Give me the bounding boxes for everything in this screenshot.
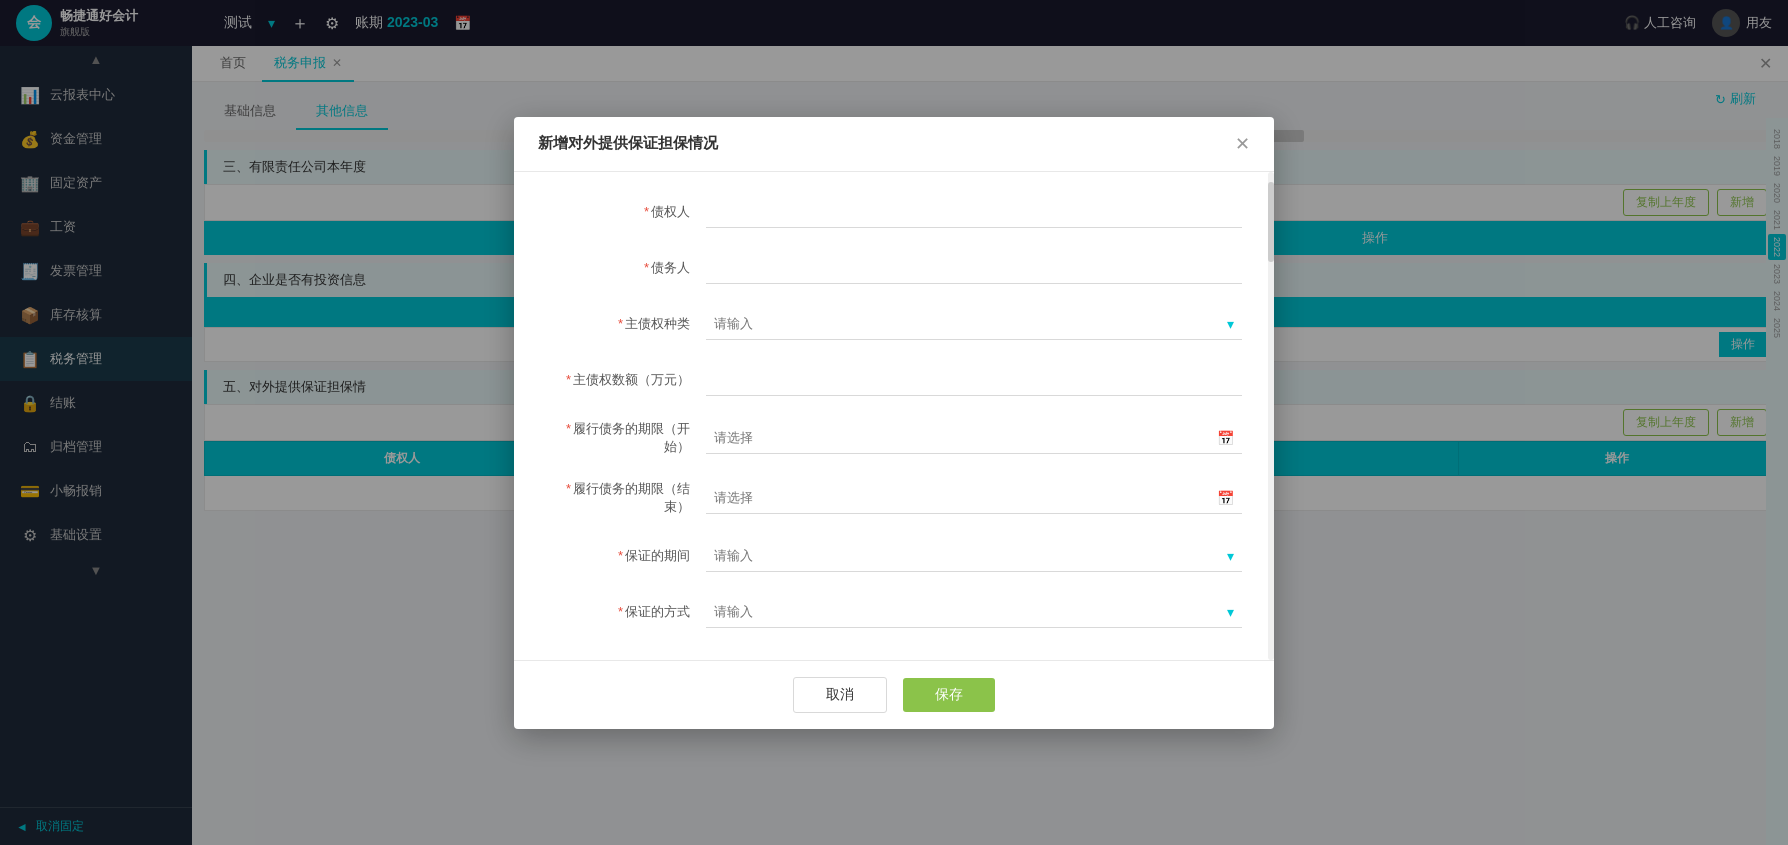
form-row-guarantee-period: *保证的期间 ▾ bbox=[546, 540, 1242, 572]
guarantee-period-input[interactable] bbox=[706, 540, 1242, 572]
period-end-input[interactable] bbox=[706, 482, 1242, 514]
creditor-label: *债权人 bbox=[546, 203, 706, 221]
modal-scrollbar-thumb bbox=[1268, 182, 1274, 262]
guarantee-method-input[interactable] bbox=[706, 596, 1242, 628]
claim-amount-input[interactable] bbox=[706, 364, 1242, 396]
claim-type-input[interactable] bbox=[706, 308, 1242, 340]
modal-overlay: 新增对外提供保证担保情况 ✕ *债权人 *债务人 bbox=[0, 0, 1788, 845]
claim-type-label: *主债权种类 bbox=[546, 315, 706, 333]
modal-dialog: 新增对外提供保证担保情况 ✕ *债权人 *债务人 bbox=[514, 117, 1274, 729]
period-end-label: *履行债务的期限（结束） bbox=[546, 480, 706, 516]
required-star: * bbox=[644, 204, 649, 219]
creditor-input[interactable] bbox=[706, 196, 1242, 228]
debtor-input[interactable] bbox=[706, 252, 1242, 284]
form-row-claim-amount: *主债权数额（万元） bbox=[546, 364, 1242, 396]
required-star: * bbox=[566, 481, 571, 496]
claim-amount-label: *主债权数额（万元） bbox=[546, 371, 706, 389]
required-star: * bbox=[644, 260, 649, 275]
form-row-debtor: *债务人 bbox=[546, 252, 1242, 284]
modal-header: 新增对外提供保证担保情况 ✕ bbox=[514, 117, 1274, 172]
required-star: * bbox=[618, 548, 623, 563]
claim-type-select-wrap: ▾ bbox=[706, 308, 1242, 340]
guarantee-method-select-wrap: ▾ bbox=[706, 596, 1242, 628]
modal-body: *债权人 *债务人 *主债权种类 ▾ bbox=[514, 172, 1274, 660]
required-star: * bbox=[566, 421, 571, 436]
period-start-label: *履行债务的期限（开始） bbox=[546, 420, 706, 456]
form-row-period-start: *履行债务的期限（开始） 📅 bbox=[546, 420, 1242, 456]
period-start-date-wrap: 📅 bbox=[706, 422, 1242, 454]
form-row-period-end: *履行债务的期限（结束） 📅 bbox=[546, 480, 1242, 516]
guarantee-period-select-wrap: ▾ bbox=[706, 540, 1242, 572]
save-button[interactable]: 保存 bbox=[903, 678, 995, 712]
modal-footer: 取消 保存 bbox=[514, 660, 1274, 729]
guarantee-period-label: *保证的期间 bbox=[546, 547, 706, 565]
debtor-label: *债务人 bbox=[546, 259, 706, 277]
form-row-creditor: *债权人 bbox=[546, 196, 1242, 228]
modal-close-button[interactable]: ✕ bbox=[1235, 133, 1250, 155]
period-end-date-wrap: 📅 bbox=[706, 482, 1242, 514]
required-star: * bbox=[566, 372, 571, 387]
guarantee-method-label: *保证的方式 bbox=[546, 603, 706, 621]
form-row-guarantee-method: *保证的方式 ▾ bbox=[546, 596, 1242, 628]
cancel-button[interactable]: 取消 bbox=[793, 677, 887, 713]
modal-scrollbar-track bbox=[1268, 172, 1274, 660]
form-row-claim-type: *主债权种类 ▾ bbox=[546, 308, 1242, 340]
period-start-input[interactable] bbox=[706, 422, 1242, 454]
required-star: * bbox=[618, 316, 623, 331]
modal-title: 新增对外提供保证担保情况 bbox=[538, 134, 718, 153]
required-star: * bbox=[618, 604, 623, 619]
